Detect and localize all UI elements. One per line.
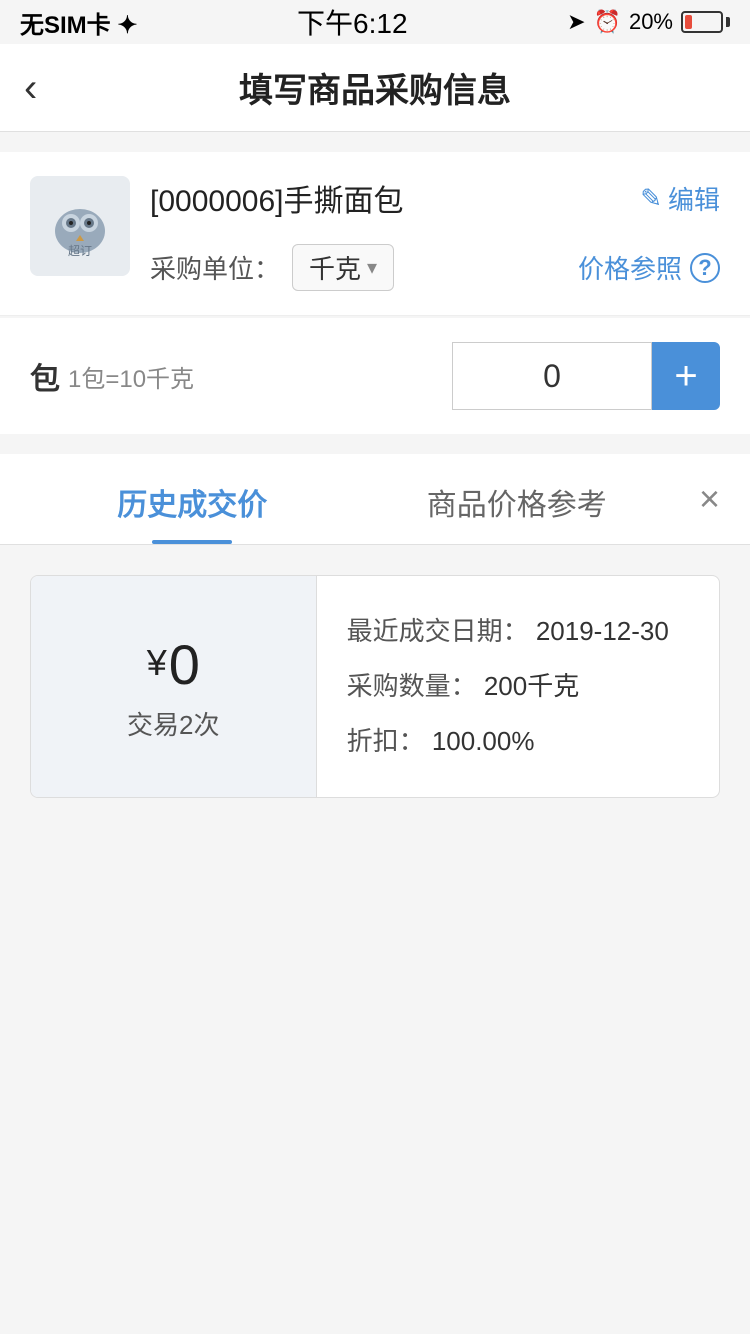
recent-date-value: 2019-12-30 bbox=[536, 616, 669, 646]
unit-select[interactable]: 千克 ▾ bbox=[292, 244, 394, 291]
edit-icon: ✎ bbox=[640, 183, 662, 214]
tab-product-price-ref-label: 商品价格参考 bbox=[427, 489, 607, 522]
discount-label: 折扣： bbox=[347, 726, 425, 756]
nav-bar: ‹ 填写商品采购信息 bbox=[0, 44, 750, 132]
transaction-count: 交易2次 bbox=[127, 705, 219, 742]
quantity-conversion: 1包=10千克 bbox=[68, 359, 194, 394]
recent-date-label: 最近成交日期： bbox=[347, 616, 529, 646]
back-button[interactable]: ‹ bbox=[24, 68, 37, 108]
battery-fill bbox=[685, 15, 692, 29]
battery-body bbox=[681, 11, 723, 33]
purchase-unit-row: 采购单位： 千克 ▾ 价格参照 ? bbox=[150, 244, 720, 291]
owl-icon: 超订 bbox=[45, 191, 115, 261]
status-time: 下午6:12 bbox=[297, 2, 408, 42]
quantity-unit: 包 bbox=[30, 354, 60, 398]
price-value: 0 bbox=[169, 632, 200, 697]
discount-value: 100.00% bbox=[432, 726, 535, 756]
transaction-price: ¥ 0 bbox=[147, 632, 200, 697]
status-carrier: 无SIM卡 ✦ bbox=[20, 5, 137, 40]
transaction-recent-date-row: 最近成交日期： 2019-12-30 bbox=[347, 612, 689, 651]
location-icon: ➤ bbox=[567, 9, 585, 35]
purchase-qty-value: 200千克 bbox=[484, 671, 579, 701]
page-title: 填写商品采购信息 bbox=[239, 63, 511, 112]
unit-value: 千克 bbox=[309, 249, 361, 286]
alarm-icon: ⏰ bbox=[594, 9, 621, 35]
unit-arrow-icon: ▾ bbox=[367, 255, 377, 280]
content-area: ¥ 0 交易2次 最近成交日期： 2019-12-30 采购数量： 200千克 … bbox=[0, 545, 750, 1045]
transaction-purchase-qty-row: 采购数量： 200千克 bbox=[347, 667, 689, 706]
price-ref-button[interactable]: 价格参照 ? bbox=[578, 249, 720, 286]
transaction-card: ¥ 0 交易2次 最近成交日期： 2019-12-30 采购数量： 200千克 … bbox=[30, 575, 720, 798]
quantity-input[interactable]: 0 bbox=[452, 342, 652, 410]
product-thumbnail: 超订 bbox=[30, 176, 130, 276]
product-info: [0000006]手撕面包 ✎ 编辑 采购单位： 千克 ▾ 价格参照 ? bbox=[150, 176, 720, 291]
edit-button[interactable]: ✎ 编辑 bbox=[640, 180, 720, 217]
transaction-left: ¥ 0 交易2次 bbox=[31, 576, 317, 797]
transaction-right: 最近成交日期： 2019-12-30 采购数量： 200千克 折扣： 100.0… bbox=[317, 576, 719, 797]
purchase-qty-label: 采购数量： bbox=[347, 671, 477, 701]
product-card: 超订 [0000006]手撕面包 ✎ 编辑 采购单位： 千克 ▾ bbox=[0, 152, 750, 316]
price-ref-label: 价格参照 bbox=[578, 249, 682, 286]
tabs-container: 历史成交价 商品价格参考 × bbox=[0, 454, 750, 545]
purchase-unit-label: 采购单位： bbox=[150, 249, 280, 286]
quantity-plus-button[interactable]: + bbox=[652, 342, 720, 410]
carrier-text: 无SIM卡 ✦ bbox=[20, 5, 137, 40]
product-header: 超订 [0000006]手撕面包 ✎ 编辑 采购单位： 千克 ▾ bbox=[30, 176, 720, 291]
price-currency: ¥ bbox=[147, 632, 167, 684]
edit-label: 编辑 bbox=[668, 180, 720, 217]
tab-product-price-ref[interactable]: 商品价格参考 bbox=[354, 454, 678, 544]
quantity-section: 包 1包=10千克 0 + bbox=[0, 318, 750, 434]
tab-history-price[interactable]: 历史成交价 bbox=[30, 454, 354, 544]
tab-history-price-label: 历史成交价 bbox=[117, 489, 267, 522]
product-name-row: [0000006]手撕面包 ✎ 编辑 bbox=[150, 176, 720, 220]
svg-text:超订: 超订 bbox=[68, 243, 92, 258]
tabs-close-button[interactable]: × bbox=[679, 471, 720, 527]
status-icons: ➤ ⏰ 20% bbox=[567, 9, 730, 35]
purchase-unit-left: 采购单位： 千克 ▾ bbox=[150, 244, 394, 291]
transaction-discount-row: 折扣： 100.00% bbox=[347, 722, 689, 761]
quantity-label: 包 1包=10千克 bbox=[30, 354, 194, 398]
quantity-controls: 0 + bbox=[452, 342, 720, 410]
product-full-name: [0000006]手撕面包 bbox=[150, 176, 403, 220]
product-logo: 超订 bbox=[45, 191, 115, 261]
battery-percent: 20% bbox=[629, 9, 673, 35]
battery-tip bbox=[726, 17, 730, 27]
price-ref-help-icon: ? bbox=[690, 253, 720, 283]
battery-icon bbox=[681, 11, 730, 33]
status-bar: 无SIM卡 ✦ 下午6:12 ➤ ⏰ 20% bbox=[0, 0, 750, 44]
